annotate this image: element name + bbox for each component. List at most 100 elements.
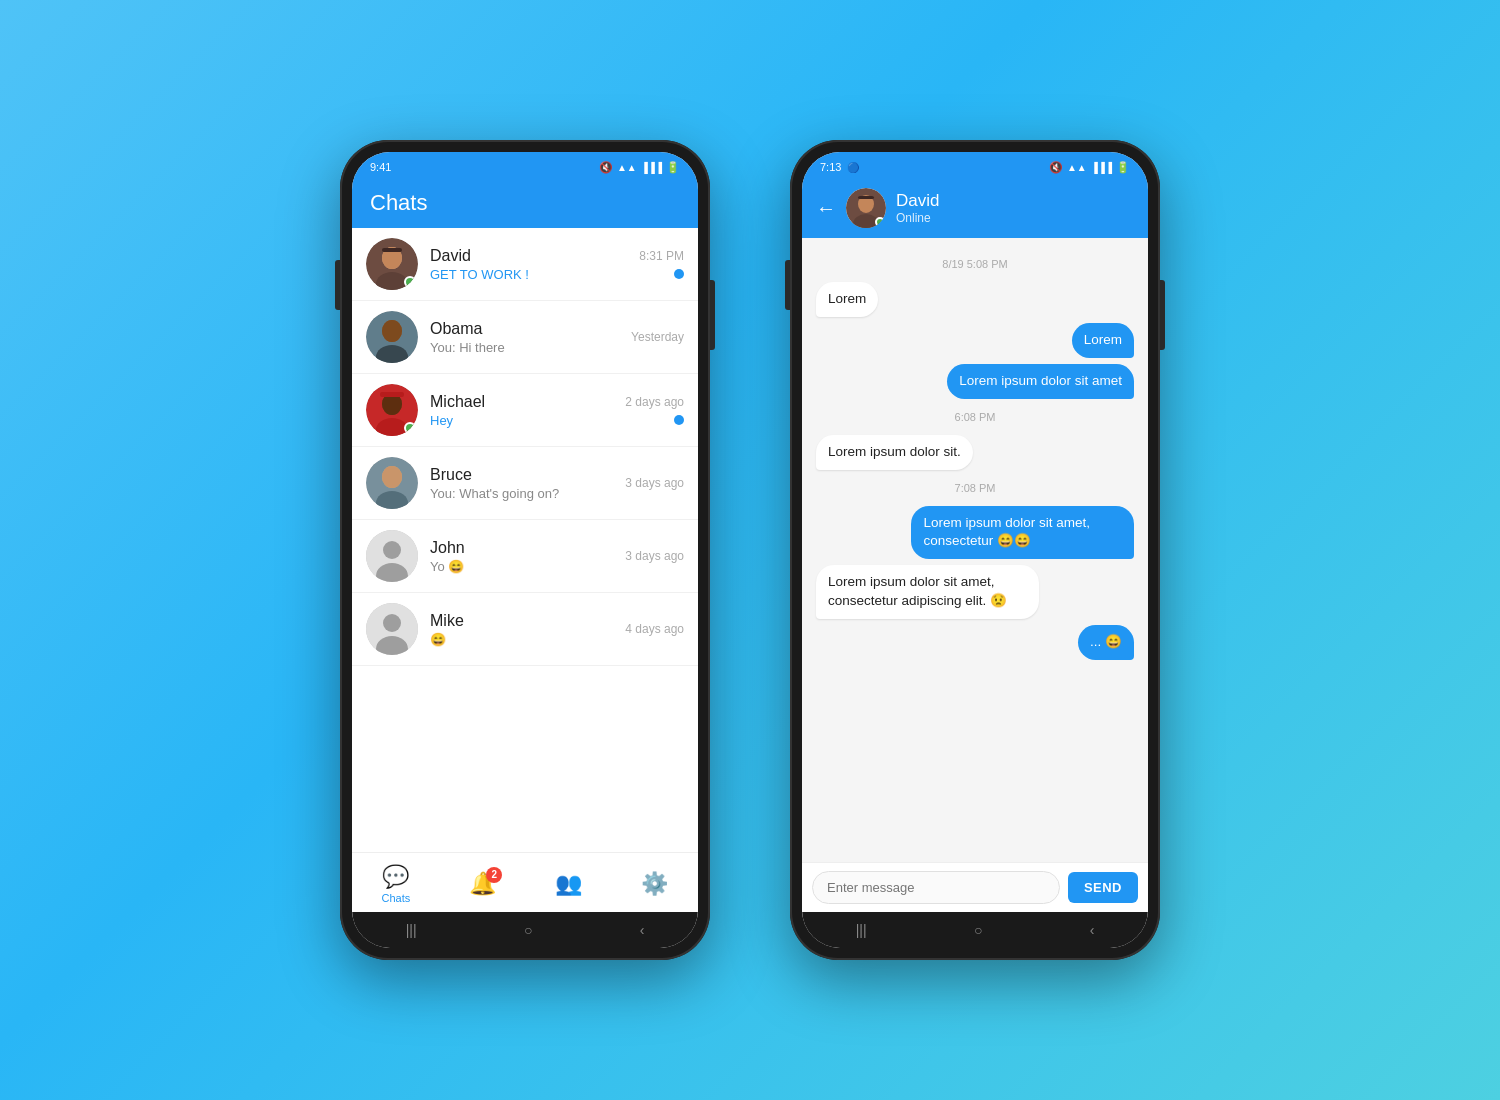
signal-icon: ▐▐▐: [641, 162, 662, 173]
bubble-received: Lorem: [816, 282, 878, 317]
chat-info: John Yo 😄: [430, 539, 613, 574]
message-input[interactable]: [812, 871, 1060, 904]
svg-point-8: [382, 320, 402, 342]
nav-btn-menu: |||: [406, 922, 417, 938]
chat-name: David: [430, 247, 627, 265]
chat-time: 8:31 PM: [639, 249, 684, 263]
chat-meta: 8:31 PM: [639, 249, 684, 279]
chat-info: Michael Hey: [430, 393, 613, 428]
bubble-sent: ... 😄: [1078, 625, 1134, 660]
message-row: Lorem: [816, 282, 1134, 317]
status-bar-left: 9:41 🔇 ▲▲ ▐▐▐ 🔋: [352, 152, 698, 180]
online-indicator: [404, 276, 416, 288]
chat-time: Yesterday: [631, 330, 684, 344]
mute-icon2: 🔇: [1049, 161, 1063, 174]
message-row: Lorem ipsum dolor sit.: [816, 435, 1134, 470]
phone-nav-bar-right: ||| ○ ‹: [802, 912, 1148, 948]
time-right: 7:13: [820, 161, 841, 173]
bubble-received: Lorem ipsum dolor sit amet, consectetur …: [816, 565, 1039, 619]
chat-preview: You: Hi there: [430, 340, 619, 355]
nav-settings[interactable]: ⚙️: [641, 871, 668, 897]
wifi-icon: ▲▲: [617, 162, 637, 173]
list-item[interactable]: Michael Hey 2 days ago: [352, 374, 698, 447]
list-item[interactable]: Bruce You: What's going on? 3 days ago: [352, 447, 698, 520]
nav-chats-label: Chats: [382, 892, 411, 904]
chat-top-bar: ← David Online: [802, 180, 1148, 238]
avatar: [366, 603, 418, 655]
svg-rect-13: [380, 392, 404, 397]
chat-info: Bruce You: What's going on?: [430, 466, 613, 501]
nav-btn-home: ○: [524, 922, 532, 938]
avatar: [366, 238, 418, 290]
list-item[interactable]: John Yo 😄 3 days ago: [352, 520, 698, 593]
chat-name: Obama: [430, 320, 619, 338]
back-button[interactable]: ←: [816, 197, 836, 220]
phone-nav-bar: ||| ○ ‹: [352, 912, 698, 948]
chat-list-header: Chats: [352, 180, 698, 228]
list-item[interactable]: David GET TO WORK ! 8:31 PM: [352, 228, 698, 301]
message-row: ... 😄: [816, 625, 1134, 660]
wifi-icon2: ▲▲: [1067, 162, 1087, 173]
chat-time: 2 days ago: [625, 395, 684, 409]
chat-list: David GET TO WORK ! 8:31 PM: [352, 228, 698, 852]
timestamp: 7:08 PM: [816, 482, 1134, 494]
chat-name: Bruce: [430, 466, 613, 484]
chat-meta: 3 days ago: [625, 549, 684, 563]
bubble-received: Lorem ipsum dolor sit.: [816, 435, 973, 470]
chat-time: 3 days ago: [625, 549, 684, 563]
avatar: [366, 311, 418, 363]
nav-btn-menu2: |||: [856, 922, 867, 938]
chat-info: David GET TO WORK !: [430, 247, 627, 282]
message-row: Lorem ipsum dolor sit amet: [816, 364, 1134, 399]
phone-chat-screen: 7:13 🔵 🔇 ▲▲ ▐▐▐ 🔋 ←: [790, 140, 1160, 960]
avatar: [366, 457, 418, 509]
list-item[interactable]: Obama You: Hi there Yesterday: [352, 301, 698, 374]
mute-icon: 🔇: [599, 161, 613, 174]
chat-list-title: Chats: [370, 190, 680, 216]
bubble-sent: Lorem ipsum dolor sit amet: [947, 364, 1134, 399]
message-input-area: SEND: [802, 862, 1148, 912]
send-button[interactable]: SEND: [1068, 872, 1138, 903]
online-indicator: [404, 422, 416, 434]
nav-contacts[interactable]: 👥: [555, 871, 582, 897]
contact-info: David Online: [896, 191, 1134, 225]
message-row: Lorem ipsum dolor sit amet, consectetur …: [816, 506, 1134, 560]
svg-point-17: [382, 466, 402, 488]
bubble-sent: Lorem: [1072, 323, 1134, 358]
message-row: Lorem: [816, 323, 1134, 358]
list-item[interactable]: Mike 😄 4 days ago: [352, 593, 698, 666]
phone-chat-list: 9:41 🔇 ▲▲ ▐▐▐ 🔋 Chats: [340, 140, 710, 960]
nav-chats[interactable]: 💬 Chats: [382, 864, 411, 904]
chat-meta: Yesterday: [631, 330, 684, 344]
unread-indicator: [674, 415, 684, 425]
nav-btn-back: ‹: [640, 922, 645, 938]
signal-icon2: ▐▐▐: [1091, 162, 1112, 173]
timestamp: 8/19 5:08 PM: [816, 258, 1134, 270]
status-icons-right: 🔇 ▲▲ ▐▐▐ 🔋: [1049, 161, 1130, 174]
nav-notifications[interactable]: 🔔 2: [469, 871, 496, 897]
messages-area: 8/19 5:08 PM Lorem Lorem Lorem ipsum dol…: [802, 238, 1148, 862]
chat-preview: You: What's going on?: [430, 486, 613, 501]
chat-name: Michael: [430, 393, 613, 411]
chat-name: John: [430, 539, 613, 557]
svg-point-22: [383, 614, 401, 632]
time-left: 9:41: [370, 161, 391, 173]
bubble-sent: Lorem ipsum dolor sit amet, consectetur …: [911, 506, 1134, 560]
battery-icon2: 🔋: [1116, 161, 1130, 174]
chat-info: Obama You: Hi there: [430, 320, 619, 355]
svg-point-19: [383, 541, 401, 559]
chat-name: Mike: [430, 612, 613, 630]
contact-avatar: [846, 188, 886, 228]
location-icon: 🔵: [847, 162, 859, 173]
chat-preview: Yo 😄: [430, 559, 613, 574]
people-icon: 👥: [555, 871, 582, 897]
battery-icon: 🔋: [666, 161, 680, 174]
nav-btn-back2: ‹: [1090, 922, 1095, 938]
unread-indicator: [674, 269, 684, 279]
message-row: Lorem ipsum dolor sit amet, consectetur …: [816, 565, 1134, 619]
timestamp: 6:08 PM: [816, 411, 1134, 423]
svg-rect-27: [858, 196, 874, 199]
chat-preview: 😄: [430, 632, 613, 647]
status-bar-right: 7:13 🔵 🔇 ▲▲ ▐▐▐ 🔋: [802, 152, 1148, 180]
chat-meta: 2 days ago: [625, 395, 684, 425]
